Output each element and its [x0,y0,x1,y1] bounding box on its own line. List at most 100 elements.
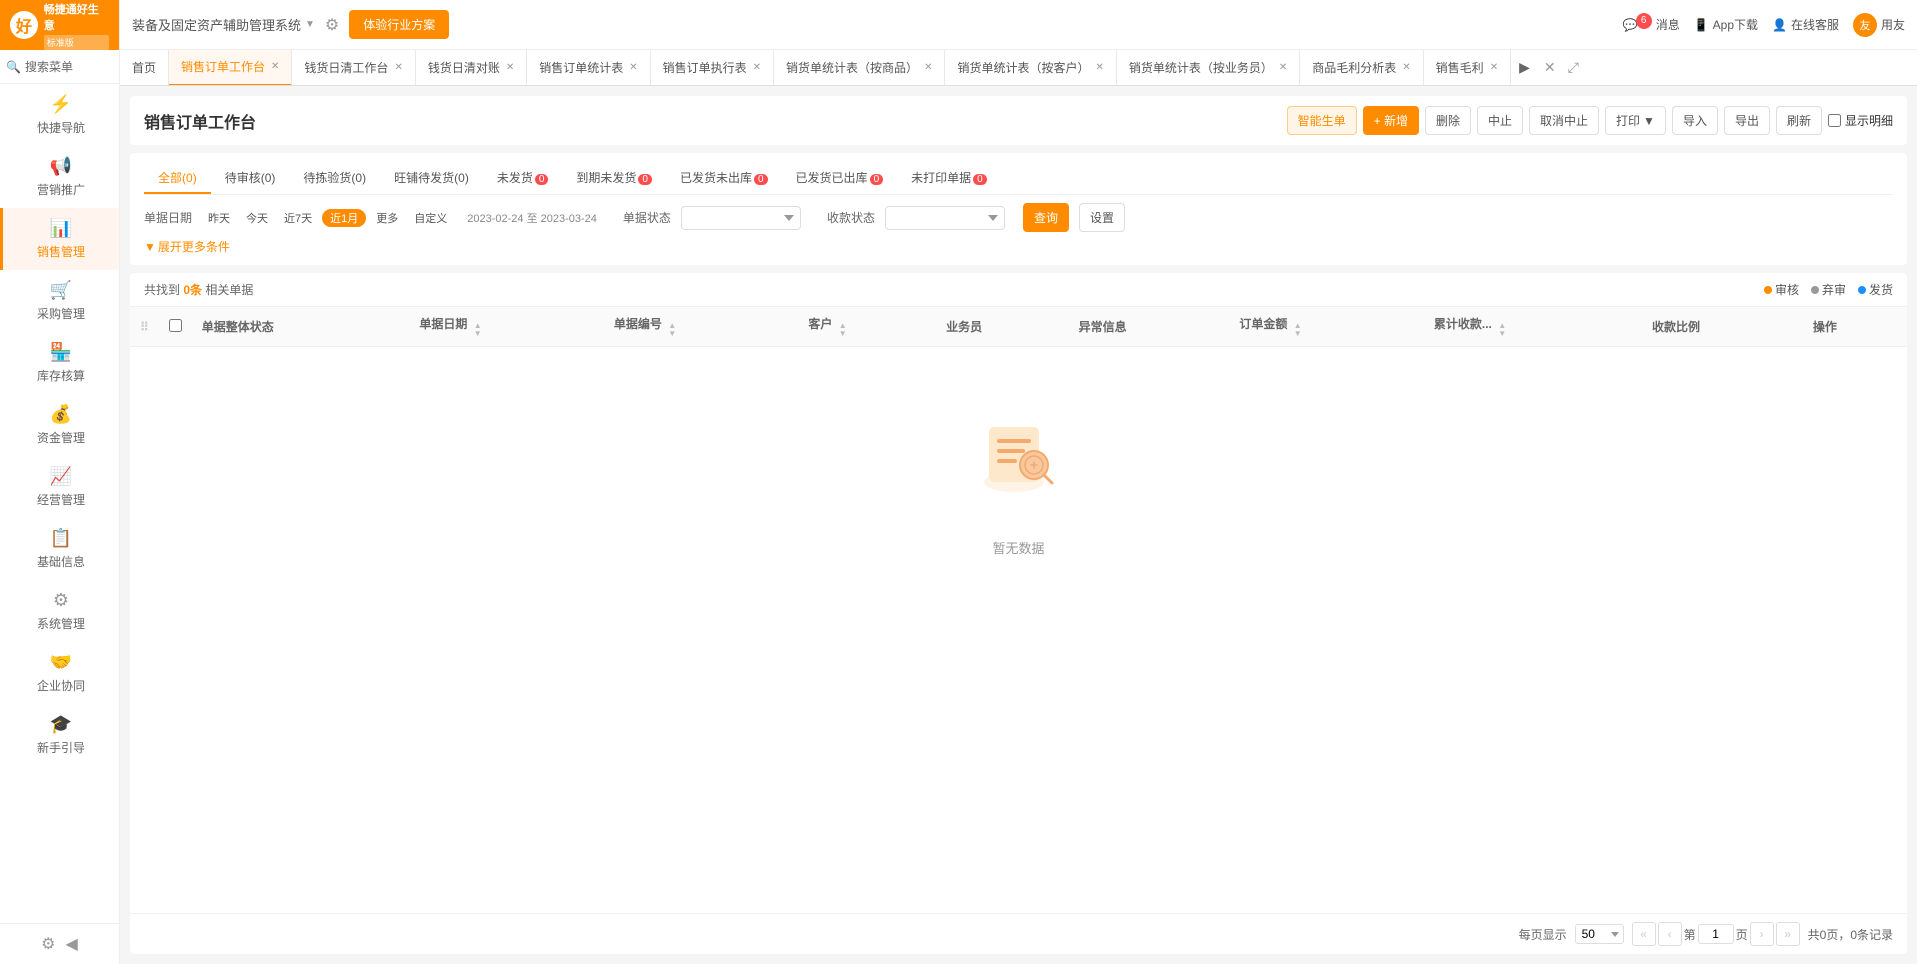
sidebar-item-quick-nav[interactable]: ⚡ 快捷导航 [0,84,119,146]
date-btn-today[interactable]: 今天 [240,208,274,228]
tabbar-close-all-icon[interactable]: ✕ [1538,59,1562,76]
logo-text: 畅捷通好生意 标准版 [44,1,109,50]
sidebar-item-marketing[interactable]: 📢 营销推广 [0,146,119,208]
date-btn-more[interactable]: 更多 [370,208,404,228]
system-title-dropdown[interactable]: 装备及固定资产辅助管理系统 ▼ [132,15,315,34]
settings-bottom-icon[interactable]: ⚙ [41,934,55,954]
tab-close-product-margin[interactable]: ✕ [1402,62,1410,73]
tab-sales-stats-product[interactable]: 销货单统计表（按商品） ✕ [774,50,945,86]
refresh-btn[interactable]: 刷新 [1776,106,1822,135]
user-menu[interactable]: 友 用友 [1853,13,1905,37]
page-last-btn[interactable]: » [1776,922,1800,946]
tab-close-cash-goods-reconcile[interactable]: ✕ [506,62,514,73]
page-title: 销售订单工作台 [144,109,256,133]
th-collected[interactable]: 累计收款... ▲▼ [1424,307,1642,347]
tab-close-sales-stats-customer[interactable]: ✕ [1095,62,1103,73]
tabbar-expand-icon[interactable]: ⤢ [1562,59,1585,76]
th-checkbox[interactable] [159,307,192,347]
new-btn[interactable]: + 新增 [1363,106,1419,135]
app-download-btn[interactable]: 📱 App下载 [1694,16,1758,33]
date-quick-options: 昨天 今天 近7天 近1月 更多 自定义 [202,208,453,228]
sidebar-item-inventory[interactable]: 🏪 库存核算 [0,332,119,394]
th-number[interactable]: 单据编号 ▲▼ [604,307,799,347]
filter-tab-delivered-out[interactable]: 已发货已出库0 [782,163,898,194]
tab-close-sales-order-workbench[interactable]: ✕ [271,61,279,72]
tab-close-sales-order-stats[interactable]: ✕ [629,62,637,73]
th-status[interactable]: 单据整体状态 [192,307,410,347]
tab-close-sales-stats-staff[interactable]: ✕ [1279,62,1287,73]
page-first-btn[interactable]: « [1632,922,1656,946]
expand-more-conditions[interactable]: ▼ 展开更多条件 [144,238,1893,255]
filter-tab-wangpu-deliver[interactable]: 旺铺待发货(0) [380,163,483,194]
tab-sales-order-stats[interactable]: 销售订单统计表 ✕ [527,50,650,86]
export-btn[interactable]: 导出 [1724,106,1770,135]
th-date[interactable]: 单据日期 ▲▼ [409,307,604,347]
filter-tab-bar: 全部(0) 待审核(0) 待拣验货(0) 旺铺待发货(0) 未发货0 到期未发货… [144,163,1893,195]
per-page-select[interactable]: 50 10 20 100 [1575,924,1624,944]
tab-sales-stats-staff[interactable]: 销货单统计表（按业务员） ✕ [1117,50,1300,86]
trial-btn[interactable]: 体验行业方案 [349,10,449,39]
tab-close-sales-stats-product[interactable]: ✕ [924,62,932,73]
filter-tab-pending-review[interactable]: 待审核(0) [211,163,290,194]
message-label: 消息 [1656,16,1680,33]
sidebar-item-purchase[interactable]: 🛒 采购管理 [0,270,119,332]
print-btn[interactable]: 打印 ▼ [1605,106,1666,135]
stop-btn[interactable]: 中止 [1477,106,1523,135]
filter-tab-delivered-not-out[interactable]: 已发货未出库0 [666,163,782,194]
collapse-sidebar-icon[interactable]: ◀ [66,934,78,954]
tab-cash-goods-reconcile[interactable]: 钱货日清对账 ✕ [416,50,527,86]
filter-tab-not-printed[interactable]: 未打印单据0 [897,163,1001,194]
settings-filter-btn[interactable]: 设置 [1079,203,1125,232]
th-amount[interactable]: 订单金额 ▲▼ [1229,307,1424,347]
date-btn-7days[interactable]: 近7天 [278,208,318,228]
bulk-cancel-review-btn[interactable]: 弃审 [1811,281,1846,298]
filter-tab-expired-not-delivered[interactable]: 到期未发货0 [562,163,666,194]
filter-tab-pending-inspect[interactable]: 待拣验货(0) [289,163,380,194]
tab-close-sales-profit[interactable]: ✕ [1490,62,1498,73]
tab-sales-profit[interactable]: 销售毛利 ✕ [1424,50,1511,86]
filter-tab-all[interactable]: 全部(0) [144,163,211,194]
sidebar-item-guide[interactable]: 🎓 新手引导 [0,704,119,766]
import-btn[interactable]: 导入 [1672,106,1718,135]
tab-close-sales-order-execute[interactable]: ✕ [753,62,761,73]
tab-product-margin[interactable]: 商品毛利分析表 ✕ [1300,50,1423,86]
tab-sales-order-workbench[interactable]: 销售订单工作台 ✕ [169,50,292,86]
tab-sales-order-execute[interactable]: 销售订单执行表 ✕ [651,50,774,86]
filter-tab-not-delivered[interactable]: 未发货0 [483,163,563,194]
tab-close-cash-daily-work[interactable]: ✕ [394,62,402,73]
sidebar-item-sales[interactable]: 📊 销售管理 [0,208,119,270]
th-staff[interactable]: 业务员 [936,307,1068,347]
delete-btn[interactable]: 删除 [1425,106,1471,135]
page-next-btn[interactable]: › [1750,922,1774,946]
date-btn-1month[interactable]: 近1月 [322,209,366,227]
sidebar-item-operation[interactable]: 📈 经营管理 [0,456,119,518]
sidebar-item-basic-info[interactable]: 📋 基础信息 [0,518,119,580]
sidebar-item-cooperation[interactable]: 🤝 企业协同 [0,642,119,704]
page-input[interactable]: 1 [1698,924,1734,944]
message-btn[interactable]: 💬 6 消息 [1623,16,1680,33]
search-menu[interactable]: 🔍 搜索菜单 [0,50,119,84]
sidebar-item-system[interactable]: ⚙ 系统管理 [0,580,119,642]
date-btn-yesterday[interactable]: 昨天 [202,208,236,228]
sidebar-item-finance[interactable]: 💰 资金管理 [0,394,119,456]
status-filter-select[interactable] [681,206,801,230]
online-service-btn[interactable]: 👤 在线客服 [1772,16,1839,33]
tabbar-more-icon[interactable]: ▶ [1511,59,1538,76]
cancel-stop-btn[interactable]: 取消中止 [1529,106,1599,135]
bulk-deliver-btn[interactable]: 发货 [1858,281,1893,298]
query-btn[interactable]: 查询 [1023,203,1069,232]
select-all-checkbox[interactable] [169,319,182,332]
tab-home[interactable]: 首页 [120,50,169,86]
smart-generate-btn[interactable]: 智能生单 [1287,106,1357,135]
tab-cash-daily-work[interactable]: 钱货日清工作台 ✕ [292,50,415,86]
date-btn-custom[interactable]: 自定义 [408,208,453,228]
topbar-settings-icon[interactable]: ⚙ [325,15,339,35]
page-suffix: 页 [1736,926,1748,943]
page-prev-btn[interactable]: ‹ [1658,922,1682,946]
th-customer[interactable]: 客户 ▲▼ [798,307,936,347]
th-exception[interactable]: 异常信息 [1069,307,1230,347]
bulk-review-btn[interactable]: 审核 [1764,281,1799,298]
tab-sales-stats-customer[interactable]: 销货单统计表（按客户） ✕ [945,50,1116,86]
show-detail-checkbox[interactable] [1828,114,1841,127]
payment-filter-select[interactable] [885,206,1005,230]
